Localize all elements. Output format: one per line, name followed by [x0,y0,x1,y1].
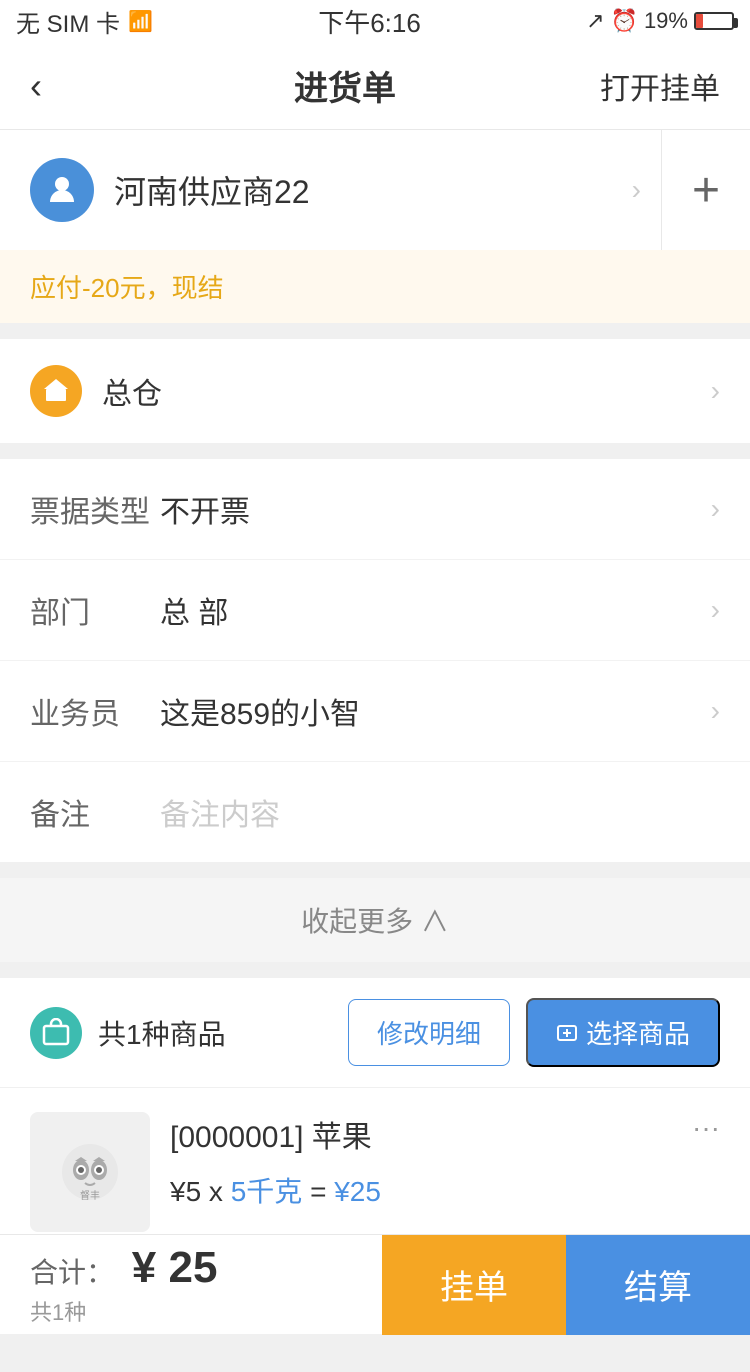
status-right: ↗ ⏰ 19% [586,8,734,34]
price-quantity: 5千克 [231,1176,303,1207]
collapse-button[interactable]: 收起更多 ∧ [0,878,750,962]
supplier-name: 河南供应商22 [114,167,622,213]
product-code: [0000001] [170,1121,312,1154]
alarm-icon: ⏰ [611,8,638,34]
supplier-section: 河南供应商22 › + [0,130,750,250]
supplier-selector[interactable]: 河南供应商22 › [0,130,662,250]
price-unit: ¥5 x [170,1176,231,1207]
chevron-right-icon: › [632,174,641,206]
invoice-value: 不开票 [160,487,701,531]
dept-row[interactable]: 部门 总 部 › [0,560,750,661]
supplier-avatar [30,158,94,222]
add-supplier-button[interactable]: + [662,130,750,250]
chevron-right-icon: › [711,375,720,407]
sim-label: 无 SIM 卡 [16,4,120,39]
products-header: 共1种商品 修改明细 选择商品 [0,978,750,1088]
dept-label: 部门 [30,588,160,632]
checkout-button[interactable]: 结算 [566,1235,750,1335]
back-button[interactable]: ‹ [30,65,90,107]
staff-value: 这是859的小智 [160,689,701,733]
warehouse-section: 总仓 › [0,339,750,443]
total-count: 共1种 [30,1295,352,1327]
location-icon: ↗ [586,8,604,34]
price-total: ¥25 [334,1176,381,1207]
chevron-right-icon: › [711,695,720,727]
status-bar: 无 SIM 卡 📶 下午6:16 ↗ ⏰ 19% [0,0,750,42]
total-label: 合计： [30,1257,114,1288]
chevron-right-icon: › [711,493,720,525]
products-count: 共1种商品 [98,1013,332,1053]
open-hang-button[interactable]: 打开挂单 [600,64,720,108]
product-name: [0000001] 苹果 [170,1112,672,1156]
total-amount: ¥ 25 [132,1243,218,1292]
products-icon [30,1007,82,1059]
warehouse-name: 总仓 [102,369,701,413]
battery-percent: 19% [644,8,688,34]
product-info: [0000001] 苹果 ¥5 x 5千克 = ¥25 [170,1112,672,1210]
invoice-type-row[interactable]: 票据类型 不开票 › [0,459,750,560]
status-time: 下午6:16 [318,3,421,40]
status-left: 无 SIM 卡 📶 [16,4,153,39]
remark-row[interactable]: 备注 备注内容 [0,762,750,862]
staff-row[interactable]: 业务员 这是859的小智 › [0,661,750,762]
chevron-right-icon: › [711,594,720,626]
battery-icon [694,12,734,30]
warehouse-icon [30,365,82,417]
remark-input[interactable]: 备注内容 [160,790,720,834]
page-title: 进货单 [294,61,396,110]
invoice-label: 票据类型 [30,487,160,531]
nav-bar: ‹ 进货单 打开挂单 [0,42,750,130]
total-section: 合计： ¥ 25 共1种 [0,1243,382,1327]
bottom-bar: 合计： ¥ 25 共1种 挂单 结算 [0,1234,750,1334]
notice-bar: 应付-20元，现结 [0,250,750,323]
select-product-label: 选择商品 [586,1014,690,1051]
remark-label: 备注 [30,790,160,834]
product-item: 督丰 [0000001] 苹果 ¥5 x 5千克 = ¥25 ··· [0,1088,750,1256]
price-equals: = [310,1176,334,1207]
staff-label: 业务员 [30,689,160,733]
svg-text:督丰: 督丰 [80,1189,100,1202]
hang-button[interactable]: 挂单 [382,1235,566,1335]
warehouse-selector[interactable]: 总仓 › [0,339,750,443]
wifi-icon: 📶 [128,9,153,34]
products-section: 共1种商品 修改明细 选择商品 督丰 [0,978,750,1256]
product-more-button[interactable]: ··· [692,1112,720,1144]
product-title: 苹果 [312,1121,372,1154]
form-section: 票据类型 不开票 › 部门 总 部 › 业务员 这是859的小智 › 备注 备注… [0,459,750,862]
edit-detail-button[interactable]: 修改明细 [348,999,510,1066]
select-product-button[interactable]: 选择商品 [526,998,720,1067]
product-thumbnail: 督丰 [30,1112,150,1232]
dept-value: 总 部 [160,588,701,632]
product-price: ¥5 x 5千克 = ¥25 [170,1170,672,1210]
